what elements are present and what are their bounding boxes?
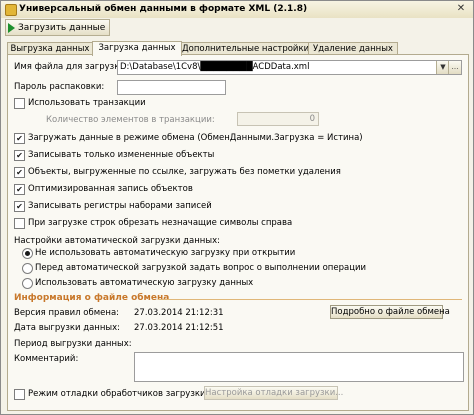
auto-load-radio-ask[interactable] bbox=[22, 263, 33, 274]
play-icon bbox=[8, 22, 15, 33]
file-details-button[interactable]: Подробно о файле обмена bbox=[330, 305, 450, 319]
window-title: Универсальный обмен данными в формате XM… bbox=[19, 4, 308, 14]
rules-version-label: Версия правил обмена: bbox=[14, 308, 120, 318]
trim-chars-checkbox[interactable] bbox=[14, 218, 25, 229]
auto-load-option-none: Не использовать автоматическую загрузку … bbox=[35, 248, 296, 258]
auto-load-option-use: Использовать автоматическую загрузку дан… bbox=[35, 278, 254, 288]
trim-chars-label: При загрузке строк обрезать незначащие с… bbox=[28, 218, 293, 228]
items-in-transaction-field: 0 bbox=[237, 112, 319, 126]
use-transactions-checkbox[interactable] bbox=[14, 98, 25, 109]
use-transactions-label: Использовать транзакции bbox=[28, 98, 146, 108]
unload-date-label: Дата выгрузки данных: bbox=[14, 323, 121, 333]
toolbar: Загрузить данные bbox=[1, 18, 473, 36]
exchange-mode-label: Загружать данные в режиме обмена (ОбменД… bbox=[28, 133, 363, 143]
file-name-value: D:\Database\1Cv8\████████ACDData.xml bbox=[120, 62, 310, 72]
debug-settings-button[interactable]: Настройка отладки загрузки... bbox=[204, 386, 343, 400]
exchange-mode-checkbox[interactable]: ✔ bbox=[14, 133, 25, 144]
load-data-button[interactable]: Загрузить данные bbox=[5, 19, 111, 36]
close-icon[interactable]: ✕ bbox=[455, 3, 467, 15]
app-icon bbox=[5, 4, 17, 16]
file-name-field[interactable]: D:\Database\1Cv8\████████ACDData.xml ▼ … bbox=[117, 60, 462, 75]
items-in-transaction-label: Количество элементов в транзакции: bbox=[46, 115, 215, 125]
archive-password-field[interactable] bbox=[117, 80, 226, 95]
comment-label: Комментарий: bbox=[14, 354, 79, 364]
auto-load-radio-none[interactable] bbox=[22, 248, 33, 259]
auto-load-option-ask: Перед автоматической загрузкой задать во… bbox=[35, 263, 367, 273]
optimized-write-label: Оптимизированная запись объектов bbox=[28, 184, 193, 194]
auto-load-label: Настройки автоматической загрузки данных… bbox=[14, 236, 220, 246]
unload-date-value: 27.03.2014 21:12:51 bbox=[134, 323, 224, 333]
register-sets-label: Записывать регистры наборами записей bbox=[28, 201, 212, 211]
file-name-label: Имя файла для загрузки: bbox=[14, 62, 128, 72]
browse-icon[interactable]: … bbox=[448, 61, 461, 74]
auto-load-radio-use[interactable] bbox=[22, 278, 33, 289]
archive-password-label: Пароль распаковки: bbox=[14, 82, 105, 92]
debug-mode-label: Режим отладки обработчиков загрузки bbox=[28, 389, 206, 399]
by-reference-label: Объекты, выгруженные по ссылке, загружат… bbox=[28, 167, 341, 177]
main-window: Универсальный обмен данными в формате XM… bbox=[0, 0, 474, 415]
tab-import[interactable]: Загрузка данных bbox=[92, 41, 182, 56]
title-bar: Универсальный обмен данными в формате XM… bbox=[1, 1, 473, 19]
items-in-transaction-value: 0 bbox=[309, 114, 315, 124]
exchange-file-info-title: Информация о файле обмена bbox=[14, 293, 170, 303]
unload-period-label: Период выгрузки данных: bbox=[14, 339, 132, 349]
comment-field[interactable] bbox=[134, 352, 464, 382]
load-data-label: Загрузить данные bbox=[18, 22, 106, 33]
only-changed-label: Записывать только измененные объекты bbox=[28, 150, 215, 160]
by-reference-checkbox[interactable]: ✔ bbox=[14, 167, 25, 178]
only-changed-checkbox[interactable]: ✔ bbox=[14, 150, 25, 161]
debug-mode-checkbox[interactable] bbox=[14, 389, 25, 400]
register-sets-checkbox[interactable]: ✔ bbox=[14, 201, 25, 212]
optimized-write-checkbox[interactable]: ✔ bbox=[14, 184, 25, 195]
tab-strip: Выгрузка данных Загрузка данных Дополнит… bbox=[7, 41, 469, 56]
rules-version-value: 27.03.2014 21:12:31 bbox=[134, 308, 224, 318]
section-divider bbox=[158, 299, 462, 300]
import-panel: Имя файла для загрузки: D:\Database\1Cv8… bbox=[7, 54, 469, 411]
